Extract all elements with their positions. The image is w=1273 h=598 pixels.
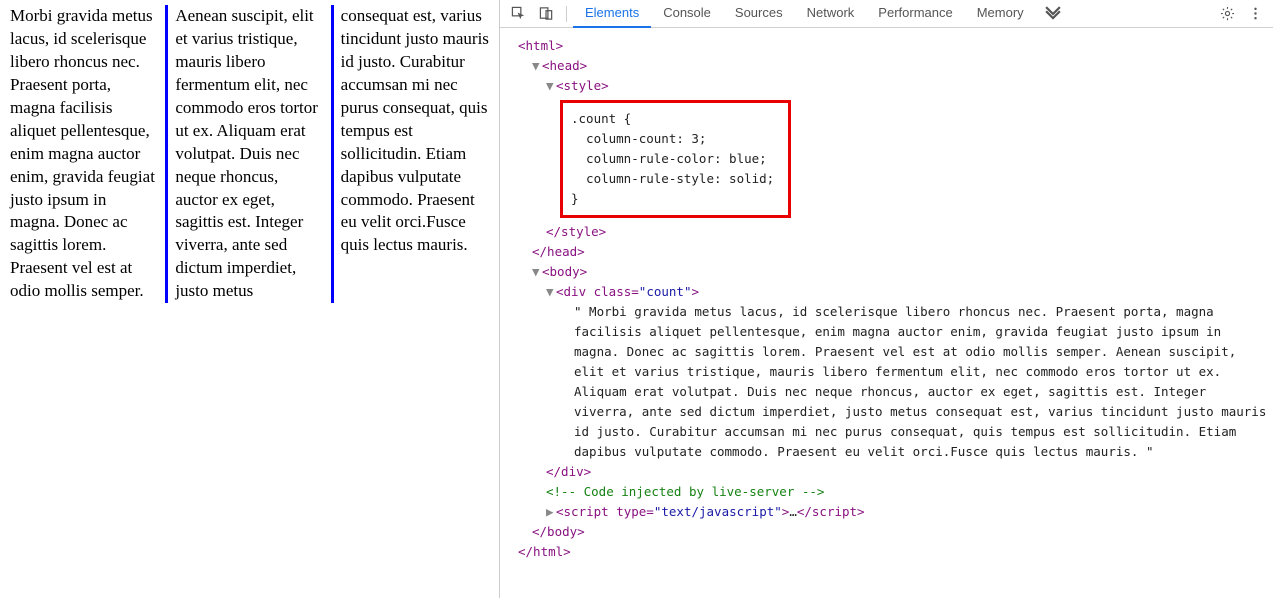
elements-tree[interactable]: <html> ▼<head> ▼<style> .count { column-… [500,28,1273,598]
tab-elements[interactable]: Elements [573,0,651,28]
dom-node[interactable]: ▶<script type="text/javascript">…</scrip… [518,502,1267,522]
tab-console[interactable]: Console [651,0,723,28]
dom-node[interactable]: </html> [518,542,1267,562]
expand-arrow-icon[interactable]: ▶ [546,502,556,522]
dom-node[interactable]: </style> [518,222,1267,242]
dom-node[interactable]: ▼<body> [518,262,1267,282]
css-declaration[interactable]: column-count: 3; [571,129,774,149]
css-declaration[interactable]: column-rule-style: solid; [571,169,774,189]
devtools-panel: Elements Console Sources Network Perform… [500,0,1273,598]
kebab-menu-icon[interactable] [1241,1,1269,27]
device-toolbar-icon[interactable] [532,1,560,27]
tab-memory[interactable]: Memory [965,0,1036,28]
toolbar-separator [566,6,567,22]
expand-arrow-icon[interactable]: ▼ [532,56,542,76]
css-close-brace[interactable]: } [571,189,774,209]
dom-comment[interactable]: <!-- Code injected by live-server --> [518,482,1267,502]
dom-node[interactable]: ▼<head> [518,56,1267,76]
devtools-toolbar: Elements Console Sources Network Perform… [500,0,1273,28]
tab-network[interactable]: Network [795,0,867,28]
css-rule-highlight: .count { column-count: 3; column-rule-co… [560,100,791,218]
expand-arrow-icon[interactable]: ▼ [546,76,556,96]
dom-node[interactable]: ▼<style> [518,76,1267,96]
css-selector[interactable]: .count { [571,109,774,129]
dom-node[interactable]: </head> [518,242,1267,262]
rendered-page: Morbi gravida metus lacus, id scelerisqu… [0,0,500,598]
dom-node[interactable]: </div> [518,462,1267,482]
tab-performance[interactable]: Performance [866,0,964,28]
multicolumn-text: Morbi gravida metus lacus, id scelerisqu… [10,5,489,303]
settings-icon[interactable] [1213,1,1241,27]
dom-text-node[interactable]: " Morbi gravida metus lacus, id sceleris… [518,302,1267,462]
css-declaration[interactable]: column-rule-color: blue; [571,149,774,169]
dom-node[interactable]: ▼<div class="count"> [518,282,1267,302]
tab-sources[interactable]: Sources [723,0,795,28]
expand-arrow-icon[interactable]: ▼ [532,262,542,282]
expand-arrow-icon[interactable]: ▼ [546,282,556,302]
devtools-tabs: Elements Console Sources Network Perform… [573,0,1036,28]
more-tabs-icon[interactable] [1042,3,1064,25]
dom-node[interactable]: </body> [518,522,1267,542]
inspect-element-icon[interactable] [504,1,532,27]
dom-node[interactable]: <html> [518,36,1267,56]
